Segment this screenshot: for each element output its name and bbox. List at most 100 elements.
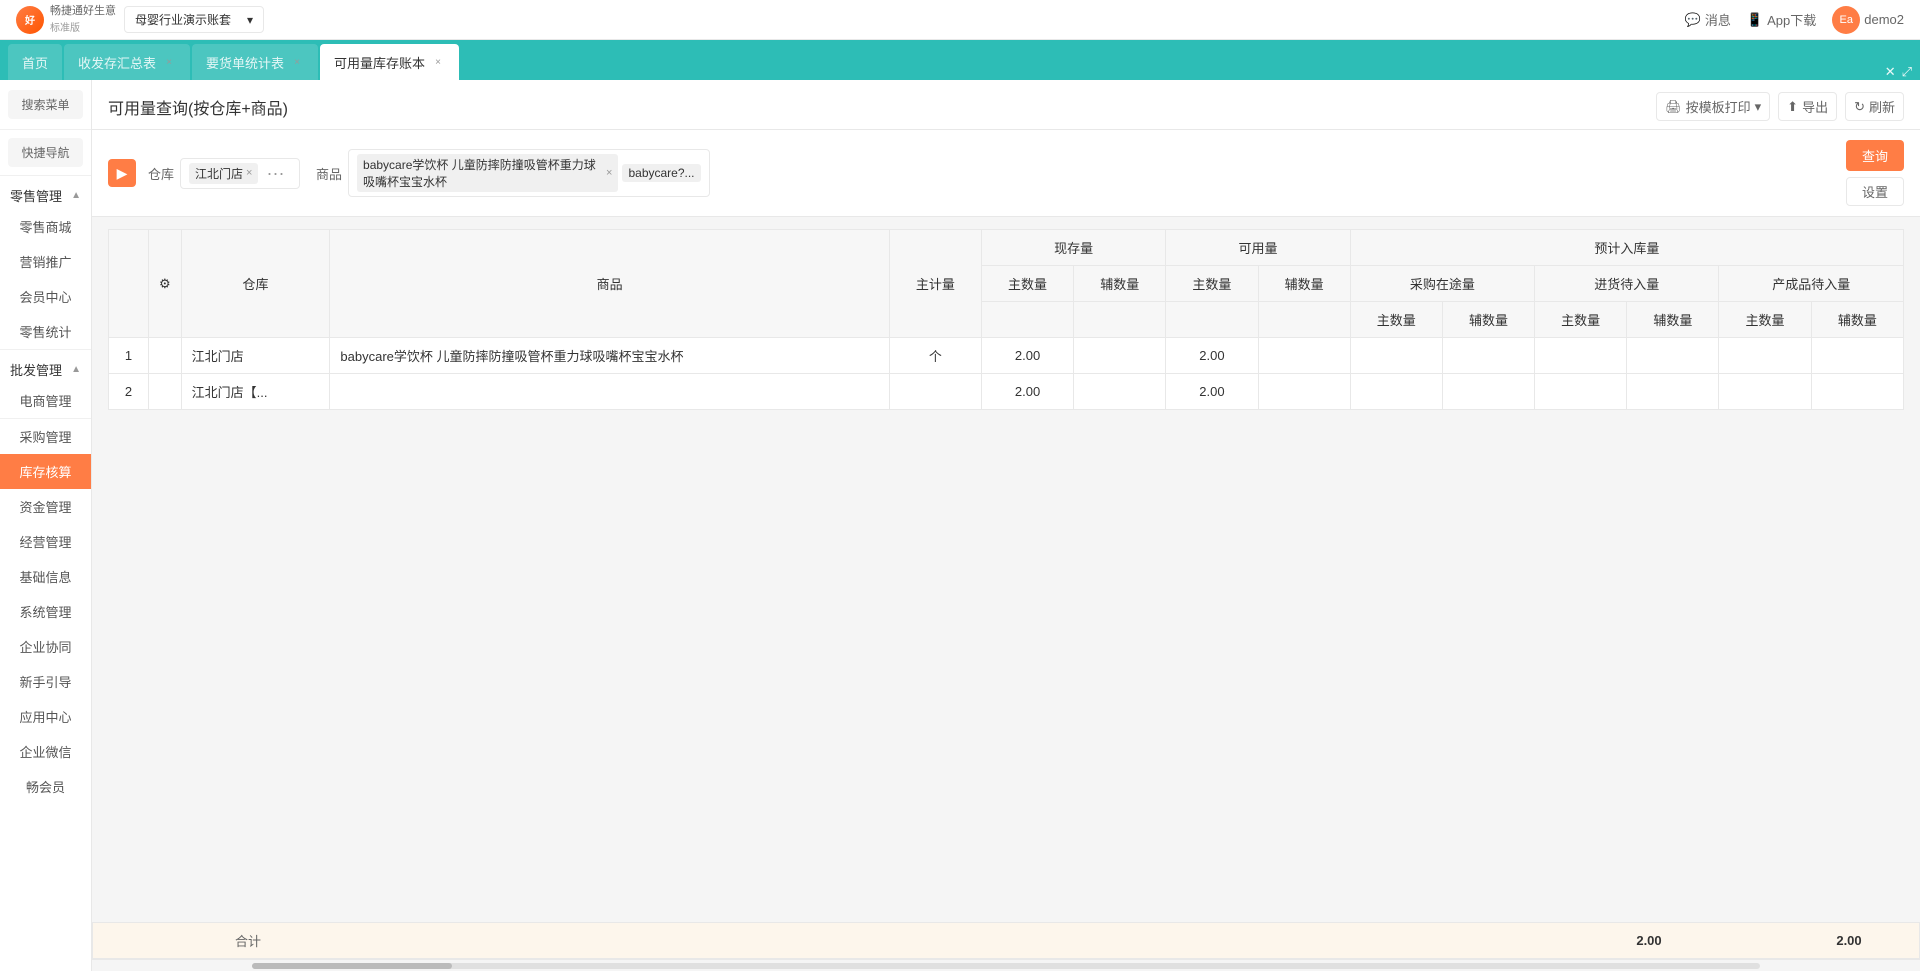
col-settings[interactable]: ⚙ — [149, 230, 182, 338]
tab-home-label: 首页 — [22, 53, 48, 72]
product-tag-2: babycare?... — [622, 164, 700, 182]
product-filter: 商品 babycare学饮杯 儿童防摔防撞吸管杯重力球吸嘴杯宝宝水杯 × bab… — [316, 149, 710, 197]
sidebar-item-corpwechat[interactable]: 企业微信 — [0, 734, 91, 769]
col-planned-inbound-group: 预计入库量 — [1350, 230, 1903, 266]
col-purchase-transit-group: 采购在途量 — [1350, 266, 1534, 302]
content-header: 可用量查询(按仓库+商品) 🖨 按模板打印 ▾ ⬆ 导出 ↻ 刷新 — [92, 80, 1920, 130]
cell-product: babycare学饮杯 儿童防摔防撞吸管杯重力球吸嘴杯宝宝水杯 — [330, 338, 889, 374]
top-bar-left: 好 畅捷通好生意 标准版 母婴行业演示账套 ▾ — [16, 5, 264, 33]
product-input[interactable]: babycare学饮杯 儿童防摔防撞吸管杯重力球吸嘴杯宝宝水杯 × babyca… — [348, 149, 709, 197]
filter-action-btns: 查询 设置 — [1846, 140, 1904, 206]
cell-rownum: 2 — [109, 374, 149, 410]
store-selector[interactable]: 母婴行业演示账套 ▾ — [124, 6, 264, 33]
col-cs-main-qty — [981, 302, 1073, 338]
more-options-btn[interactable]: ··· — [262, 163, 288, 184]
page-title: 可用量查询(按仓库+商品) — [108, 95, 288, 119]
export-btn[interactable]: ⬆ 导出 — [1778, 92, 1837, 121]
search-menu-button[interactable]: 搜索菜单 — [8, 90, 83, 119]
cell-pt-aux — [1442, 374, 1534, 410]
tab-receive-send-close[interactable]: × — [162, 55, 176, 69]
app-download-btn[interactable]: 📱 App下载 — [1747, 10, 1816, 29]
cell-current-aux — [1074, 374, 1166, 410]
sidebar-item-purchase[interactable]: 采购管理 — [0, 419, 91, 454]
filter-toggle-btn[interactable]: ▶ — [108, 159, 136, 187]
cell-unit — [889, 374, 981, 410]
sidebar-item-corp[interactable]: 企业协同 — [0, 629, 91, 664]
sidebar-item-retail-stats[interactable]: 零售统计 — [0, 314, 91, 349]
chevron-down-icon: ▲ — [71, 364, 81, 375]
cell-current-main: 2.00 — [981, 338, 1073, 374]
quick-nav-button[interactable]: 快捷导航 — [8, 138, 83, 167]
sidebar-item-ops[interactable]: 经营管理 — [0, 524, 91, 559]
sidebar-item-basic[interactable]: 基础信息 — [0, 559, 91, 594]
logo-icon: 好 — [16, 6, 44, 34]
sidebar-item-stock[interactable]: 库存核算 — [0, 454, 91, 489]
remove-product-tag-1[interactable]: × — [606, 167, 612, 179]
cell-pt-main — [1350, 374, 1442, 410]
tab-home[interactable]: 首页 — [8, 44, 62, 80]
sidebar-item-appcenter[interactable]: 应用中心 — [0, 699, 91, 734]
warehouse-input[interactable]: 江北门店 × ··· — [180, 158, 300, 189]
template-print-btn[interactable]: 🖨 按模板打印 ▾ — [1656, 92, 1770, 121]
sidebar-item-ecommerce[interactable]: 电商管理 — [0, 383, 91, 418]
scrollbar-thumb[interactable] — [252, 963, 452, 969]
header-actions: 🖨 按模板打印 ▾ ⬆ 导出 ↻ 刷新 — [1656, 92, 1904, 121]
warehouse-filter: 仓库 江北门店 × ··· — [148, 158, 300, 189]
cell-avail-aux — [1258, 338, 1350, 374]
cell-rownum: 1 — [109, 338, 149, 374]
setting-btn[interactable]: 设置 — [1846, 177, 1904, 206]
chevron-down-icon: ▾ — [247, 13, 253, 27]
cell-product — [330, 374, 889, 410]
sidebar-item-system[interactable]: 系统管理 — [0, 594, 91, 629]
sidebar-group-wholesale-header[interactable]: 批发管理 ▲ — [0, 350, 91, 383]
cell-ip-main — [1535, 338, 1627, 374]
export-icon: ⬆ — [1787, 99, 1798, 115]
col-current-stock-group: 现存量 — [981, 230, 1165, 266]
sidebar-item-marketing[interactable]: 营销推广 — [0, 244, 91, 279]
refresh-icon: ↻ — [1854, 99, 1865, 115]
message-icon: 💬 — [1685, 12, 1701, 28]
footer-available-total: 2.00 — [1789, 933, 1909, 948]
table-area: ⚙ 仓库 商品 主计量 现存量 可用量 预计入库量 主数量 辅数量 主数量 辅数… — [92, 217, 1920, 922]
tab-available-stock-label: 可用量库存账本 — [334, 53, 425, 72]
cell-ip-aux — [1627, 338, 1719, 374]
message-btn[interactable]: 💬 消息 — [1685, 10, 1731, 29]
col-warehouse: 仓库 — [181, 230, 330, 338]
remove-warehouse-tag[interactable]: × — [246, 167, 252, 179]
col-available-group: 可用量 — [1166, 230, 1350, 266]
sidebar-item-newguide[interactable]: 新手引导 — [0, 664, 91, 699]
user-area[interactable]: Ea demo2 — [1832, 6, 1904, 34]
tab-order-stats-label: 要货单统计表 — [206, 53, 284, 72]
chevron-down-icon: ▲ — [71, 190, 81, 201]
sidebar-item-retail-mall[interactable]: 零售商城 — [0, 209, 91, 244]
cell-ip-main — [1535, 374, 1627, 410]
sidebar-item-members[interactable]: 会员中心 — [0, 279, 91, 314]
cell-unit: 个 — [889, 338, 981, 374]
app-icon: 📱 — [1747, 12, 1763, 28]
logo-text: 畅捷通好生意 标准版 — [50, 5, 116, 33]
sidebar-group-retail: 零售管理 ▲ 零售商城 营销推广 会员中心 零售统计 — [0, 176, 91, 350]
col-pp-main: 主数量 — [1719, 302, 1811, 338]
query-btn[interactable]: 查询 — [1846, 140, 1904, 171]
expand-window-icon[interactable]: ⤢ — [1902, 64, 1912, 80]
tab-available-stock[interactable]: 可用量库存账本 × — [320, 44, 459, 80]
scrollbar-track[interactable] — [252, 963, 1760, 969]
data-table: ⚙ 仓库 商品 主计量 现存量 可用量 预计入库量 主数量 辅数量 主数量 辅数… — [108, 229, 1904, 410]
tab-order-stats-close[interactable]: × — [290, 55, 304, 69]
refresh-btn[interactable]: ↻ 刷新 — [1845, 92, 1904, 121]
sidebar-item-finance[interactable]: 资金管理 — [0, 489, 91, 524]
sidebar-group-retail-header[interactable]: 零售管理 ▲ — [0, 176, 91, 209]
tab-order-stats[interactable]: 要货单统计表 × — [192, 44, 318, 80]
sidebar: 搜索菜单 快捷导航 零售管理 ▲ 零售商城 营销推广 会员中心 零售统计 批发管… — [0, 80, 92, 971]
tab-available-stock-close[interactable]: × — [431, 55, 445, 69]
cell-warehouse: 江北门店 — [181, 338, 330, 374]
col-pp-aux: 辅数量 — [1811, 302, 1903, 338]
col-unit: 主计量 — [889, 230, 981, 338]
cell-pt-aux — [1442, 338, 1534, 374]
sidebar-item-member[interactable]: 畅会员 — [0, 769, 91, 804]
tab-receive-send[interactable]: 收发存汇总表 × — [64, 44, 190, 80]
window-controls: ✕ ⤢ — [1885, 64, 1912, 80]
col-product: 商品 — [330, 230, 889, 338]
close-window-icon[interactable]: ✕ — [1885, 64, 1896, 80]
col-ip-aux: 辅数量 — [1627, 302, 1719, 338]
